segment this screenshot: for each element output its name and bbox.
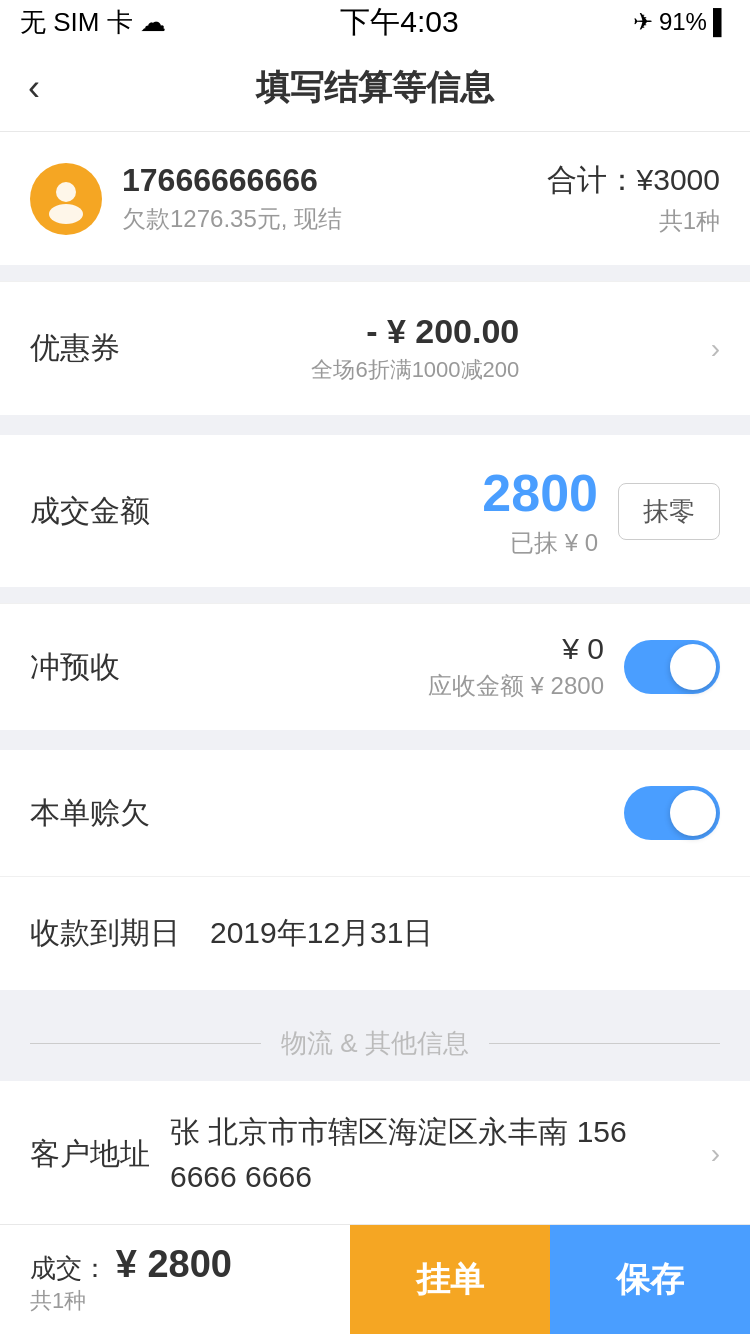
chevron-right-icon: › <box>711 333 720 365</box>
toggle-knob <box>670 644 716 690</box>
logistics-line-right <box>489 1043 720 1044</box>
credit-toggle-knob <box>670 790 716 836</box>
address-value: 张 北京市市辖区海淀区永丰南 156 6666 6666 <box>170 1109 691 1199</box>
address-chevron-icon: › <box>711 1138 720 1170</box>
due-date-row: 收款到期日 2019年12月31日 <box>0 877 750 990</box>
customer-total: 合计：¥3000 共1种 <box>547 160 720 237</box>
due-date-label: 收款到期日 <box>30 913 180 954</box>
location-icon: ✈ <box>633 8 653 36</box>
footer-bar: 成交： ¥ 2800 共1种 挂单 保存 <box>0 1224 750 1334</box>
total-amount: 合计：¥3000 <box>547 160 720 201</box>
due-date-value: 2019年12月31日 <box>210 913 433 954</box>
divider-2 <box>0 730 750 750</box>
credit-row: 本单赊欠 <box>0 750 750 877</box>
footer-deal-label: 成交： <box>30 1253 108 1283</box>
prepay-amount-wrap: ¥ 0 应收金额 ¥ 2800 <box>428 632 604 702</box>
credit-label: 本单赊欠 <box>30 793 150 834</box>
avatar <box>30 163 102 235</box>
footer-deal-amount: ¥ 2800 <box>116 1243 232 1285</box>
logistics-label: 物流 & 其他信息 <box>281 1026 469 1061</box>
total-value: ¥3000 <box>637 163 720 196</box>
footer-summary: 成交： ¥ 2800 共1种 <box>0 1243 350 1316</box>
svg-point-0 <box>56 182 76 202</box>
deal-right: 2800 已抹 ¥ 0 抹零 <box>482 463 720 559</box>
customer-info-row: 17666666666 欠款1276.35元, 现结 合计：¥3000 共1种 <box>0 132 750 265</box>
svg-point-1 <box>49 204 83 224</box>
prepay-right: ¥ 0 应收金额 ¥ 2800 <box>428 632 720 702</box>
customer-left: 17666666666 欠款1276.35元, 现结 <box>30 162 342 235</box>
coupon-label: 优惠券 <box>30 328 120 369</box>
battery-icon: ▌ <box>713 8 730 36</box>
deal-amount-value: 2800 <box>482 463 598 523</box>
round-zero-button[interactable]: 抹零 <box>618 483 720 540</box>
total-label: 合计： <box>547 163 637 196</box>
customer-sub: 欠款1276.35元, 现结 <box>122 203 342 235</box>
coupon-right: - ¥ 200.00 全场6折满1000减200 <box>311 312 519 385</box>
page-title: 填写结算等信息 <box>256 65 494 111</box>
status-bar: 无 SIM 卡 ☁ 下午4:03 ✈ 91% ▌ <box>0 0 750 44</box>
customer-phone: 17666666666 <box>122 162 342 199</box>
status-time: 下午4:03 <box>340 2 458 43</box>
total-count: 共1种 <box>547 205 720 237</box>
prepay-row: 冲预收 ¥ 0 应收金额 ¥ 2800 <box>0 603 750 730</box>
deal-amount-wrap: 2800 已抹 ¥ 0 <box>482 463 598 559</box>
coupon-row[interactable]: 优惠券 - ¥ 200.00 全场6折满1000减200 › <box>0 281 750 415</box>
address-row[interactable]: 客户地址 张 北京市市辖区海淀区永丰南 156 6666 6666 › <box>0 1081 750 1227</box>
battery-text: 91% <box>659 8 707 36</box>
deal-label: 成交金额 <box>30 491 150 532</box>
footer-deal-line: 成交： ¥ 2800 <box>30 1243 320 1286</box>
hang-button[interactable]: 挂单 <box>350 1225 550 1335</box>
prepay-amount: ¥ 0 <box>428 632 604 666</box>
footer-count: 共1种 <box>30 1286 320 1316</box>
prepay-label: 冲预收 <box>30 647 120 688</box>
logistics-header: 物流 & 其他信息 <box>0 1006 750 1081</box>
save-button[interactable]: 保存 <box>550 1225 750 1335</box>
coupon-amount: - ¥ 200.00 <box>311 312 519 351</box>
credit-toggle[interactable] <box>624 786 720 840</box>
prepay-toggle[interactable] <box>624 640 720 694</box>
logistics-line-left <box>30 1043 261 1044</box>
divider-1 <box>0 415 750 435</box>
signal-text: 无 SIM 卡 ☁ <box>20 5 166 40</box>
prepay-sub: 应收金额 ¥ 2800 <box>428 670 604 702</box>
coupon-sub: 全场6折满1000减200 <box>311 355 519 385</box>
customer-details: 17666666666 欠款1276.35元, 现结 <box>122 162 342 235</box>
deal-sub: 已抹 ¥ 0 <box>482 527 598 559</box>
back-button[interactable]: ‹ <box>28 67 40 109</box>
status-right: ✈ 91% ▌ <box>633 8 730 36</box>
status-left: 无 SIM 卡 ☁ <box>20 5 166 40</box>
nav-bar: ‹ 填写结算等信息 <box>0 44 750 132</box>
deal-amount-row: 成交金额 2800 已抹 ¥ 0 抹零 <box>0 435 750 587</box>
address-label: 客户地址 <box>30 1134 150 1175</box>
